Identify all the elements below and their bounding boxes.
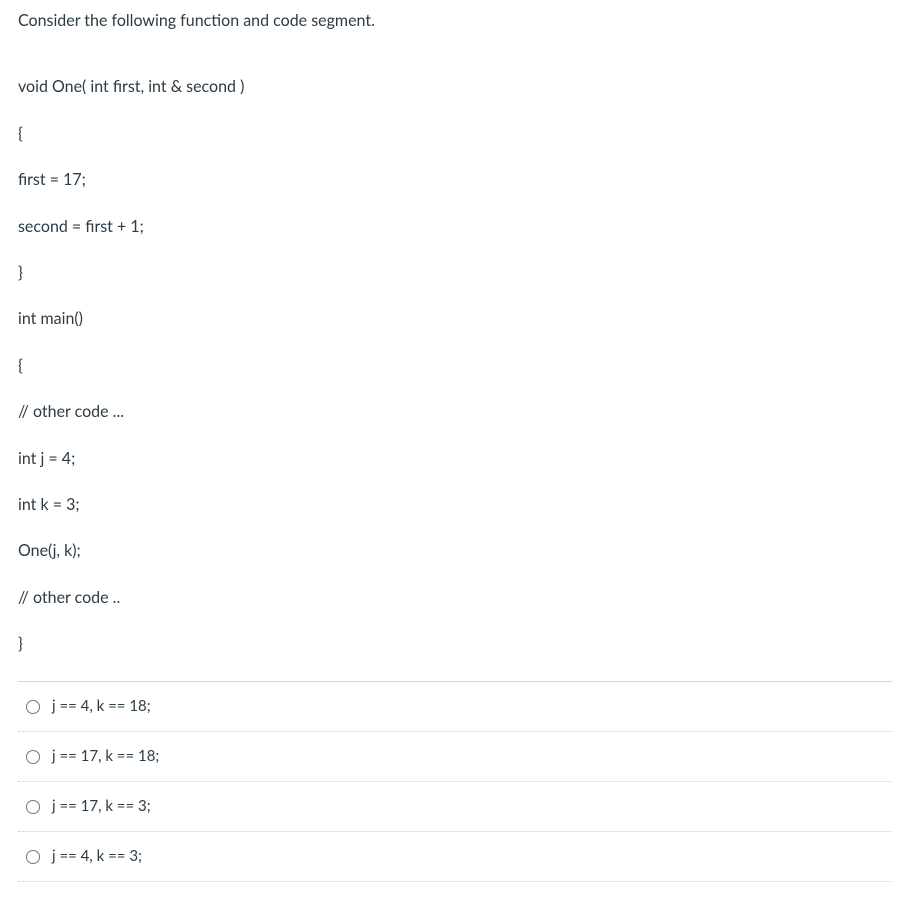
code-line: int main() xyxy=(18,308,892,330)
answer-option[interactable]: j == 4, k == 18; xyxy=(18,682,892,732)
answer-radio[interactable] xyxy=(26,850,40,864)
answer-label[interactable]: j == 17, k == 18; xyxy=(52,746,159,767)
code-line: One(j, k); xyxy=(18,540,892,562)
answer-radio[interactable] xyxy=(26,750,40,764)
code-block: void One( int first, int & second ) { fi… xyxy=(18,76,892,655)
question-stem: Consider the following function and code… xyxy=(18,10,892,32)
code-line: first = 17; xyxy=(18,169,892,191)
answer-list: j == 4, k == 18; j == 17, k == 18; j == … xyxy=(18,681,892,882)
code-line: // other code ... xyxy=(18,401,892,423)
answer-radio[interactable] xyxy=(26,800,40,814)
code-line: // other code .. xyxy=(18,587,892,609)
answer-label[interactable]: j == 4, k == 3; xyxy=(52,846,142,867)
code-line: } xyxy=(18,262,892,284)
code-line: { xyxy=(18,355,892,377)
answer-label[interactable]: j == 17, k == 3; xyxy=(52,796,151,817)
code-line: second = first + 1; xyxy=(18,216,892,238)
code-line: int j = 4; xyxy=(18,448,892,470)
code-line: { xyxy=(18,123,892,145)
code-line: int k = 3; xyxy=(18,494,892,516)
answer-option[interactable]: j == 17, k == 3; xyxy=(18,782,892,832)
code-line: void One( int first, int & second ) xyxy=(18,76,892,98)
answer-radio[interactable] xyxy=(26,700,40,714)
answer-label[interactable]: j == 4, k == 18; xyxy=(52,696,151,717)
code-line: } xyxy=(18,633,892,655)
answer-option[interactable]: j == 17, k == 18; xyxy=(18,732,892,782)
answer-option[interactable]: j == 4, k == 3; xyxy=(18,832,892,882)
